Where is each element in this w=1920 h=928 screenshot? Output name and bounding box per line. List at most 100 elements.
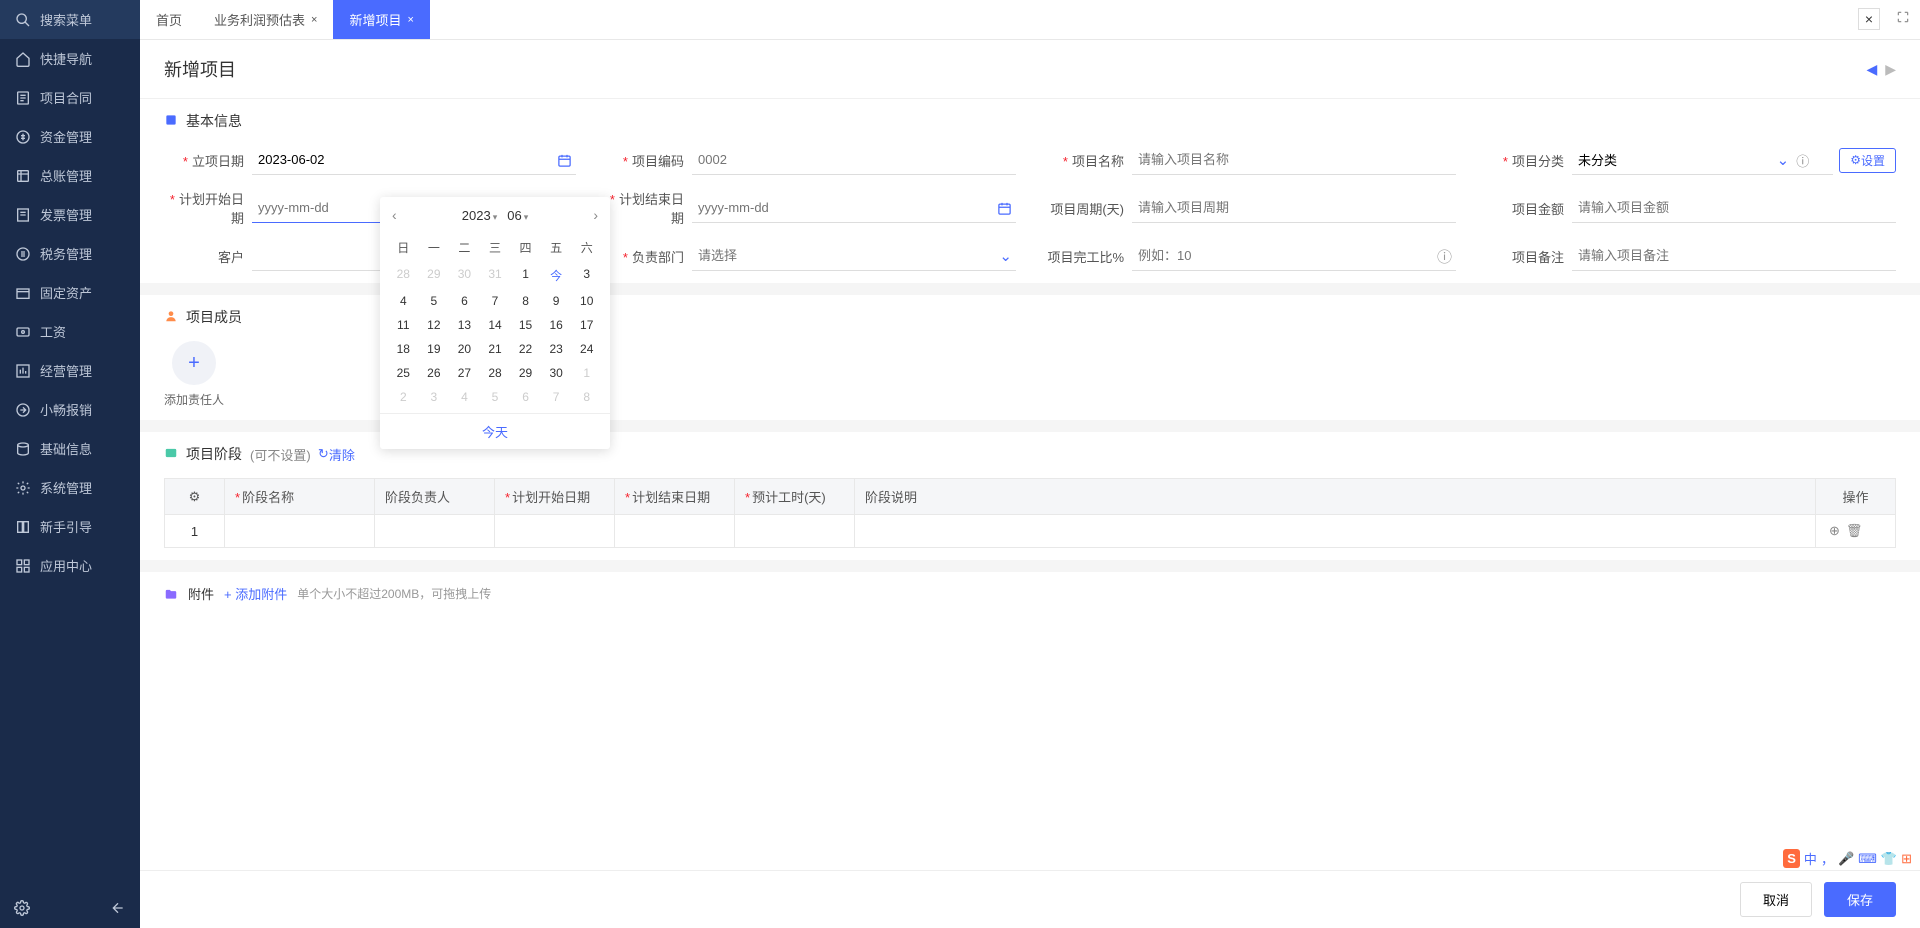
day-cell[interactable]: 8 (510, 289, 541, 313)
datepicker-year[interactable]: 2023 (462, 208, 497, 223)
calendar-icon[interactable] (557, 153, 572, 168)
day-cell[interactable]: 12 (419, 313, 450, 337)
save-button[interactable]: 保存 (1824, 882, 1896, 917)
day-cell[interactable]: 9 (541, 289, 572, 313)
day-cell[interactable]: 25 (388, 361, 419, 385)
chevron-down-icon[interactable]: ⌄ (999, 247, 1012, 265)
prev-icon[interactable]: ◀ (1866, 61, 1877, 78)
add-row-icon[interactable]: ⊕ (1829, 523, 1840, 538)
input-xmbm[interactable] (692, 145, 1016, 175)
datepicker-month[interactable]: 06 (507, 208, 528, 223)
sidebar-item-apps[interactable]: 应用中心 (0, 546, 140, 585)
day-cell[interactable]: 30 (541, 361, 572, 385)
day-cell[interactable]: 16 (541, 313, 572, 337)
day-cell[interactable]: 28 (480, 361, 511, 385)
day-cell[interactable]: 7 (541, 385, 572, 409)
day-cell[interactable]: 29 (510, 361, 541, 385)
day-cell[interactable]: 14 (480, 313, 511, 337)
day-cell[interactable]: 5 (419, 289, 450, 313)
day-cell[interactable]: 18 (388, 337, 419, 361)
day-cell[interactable]: 26 (419, 361, 450, 385)
tab-home[interactable]: 首页 (140, 0, 198, 39)
day-cell[interactable]: 27 (449, 361, 480, 385)
input-xmfl[interactable] (1572, 145, 1833, 175)
chevron-down-icon[interactable]: ⌄ (1777, 151, 1790, 169)
tab-newproject[interactable]: 新增项目× (333, 0, 429, 39)
day-cell[interactable]: 1 (571, 361, 602, 385)
day-cell[interactable]: 10 (571, 289, 602, 313)
close-icon[interactable]: × (311, 14, 317, 26)
day-cell[interactable]: 15 (510, 313, 541, 337)
day-cell[interactable]: 11 (388, 313, 419, 337)
input-fzbm[interactable] (692, 241, 1016, 271)
sidebar-item-quicknav[interactable]: 快捷导航 (0, 39, 140, 78)
day-cell[interactable]: 今 (541, 262, 572, 289)
day-cell[interactable]: 2 (388, 385, 419, 409)
clear-button[interactable]: 清除 (329, 445, 355, 464)
sidebar-item-salary[interactable]: 工资 (0, 312, 140, 351)
gear-icon[interactable]: ⚙ (189, 489, 201, 504)
sidebar-item-expense[interactable]: 小畅报销 (0, 390, 140, 429)
add-attachment-button[interactable]: + 添加附件 (224, 584, 287, 603)
input-wgbl[interactable] (1132, 241, 1456, 271)
day-cell[interactable]: 28 (388, 262, 419, 289)
day-cell[interactable]: 3 (571, 262, 602, 289)
day-cell[interactable]: 19 (419, 337, 450, 361)
day-cell[interactable]: 24 (571, 337, 602, 361)
ime-icon[interactable]: S (1783, 849, 1800, 868)
day-cell[interactable]: 6 (510, 385, 541, 409)
prev-month-icon[interactable]: ‹ (392, 207, 397, 223)
day-cell[interactable]: 29 (419, 262, 450, 289)
input-je[interactable] (1572, 193, 1896, 223)
close-icon[interactable]: × (407, 14, 413, 26)
sidebar-item-system[interactable]: 系统管理 (0, 468, 140, 507)
input-jhjs[interactable] (692, 193, 1016, 223)
close-all-tabs-button[interactable]: × (1858, 8, 1880, 30)
day-cell[interactable]: 4 (449, 385, 480, 409)
sidebar-item-funds[interactable]: 资金管理 (0, 117, 140, 156)
shirt-icon[interactable]: 👕 (1881, 851, 1897, 867)
ime-lang[interactable]: 中 (1804, 849, 1817, 868)
day-cell[interactable]: 31 (480, 262, 511, 289)
help-icon[interactable]: ⓘ (1437, 246, 1452, 267)
next-month-icon[interactable]: › (593, 207, 598, 223)
sidebar-item-ops[interactable]: 经营管理 (0, 351, 140, 390)
add-member-button[interactable]: + (172, 341, 216, 385)
input-zq[interactable] (1132, 193, 1456, 223)
keyboard-icon[interactable]: ⌨ (1858, 851, 1877, 867)
collapse-icon[interactable] (110, 900, 126, 916)
input-bz[interactable] (1572, 241, 1896, 271)
sidebar-item-ledger[interactable]: 总账管理 (0, 156, 140, 195)
sidebar-item-search[interactable]: 搜索菜单 (0, 0, 140, 39)
day-cell[interactable]: 3 (419, 385, 450, 409)
refresh-icon[interactable]: ↻ (318, 446, 329, 462)
delete-row-icon[interactable]: 🗑 (1846, 523, 1863, 538)
day-cell[interactable]: 22 (510, 337, 541, 361)
day-cell[interactable]: 1 (510, 262, 541, 289)
next-icon[interactable]: ▶ (1885, 61, 1896, 78)
settings-icon[interactable] (14, 900, 30, 916)
sidebar-item-assets[interactable]: 固定资产 (0, 273, 140, 312)
cancel-button[interactable]: 取消 (1740, 882, 1812, 917)
sidebar-item-invoice[interactable]: 发票管理 (0, 195, 140, 234)
day-cell[interactable]: 4 (388, 289, 419, 313)
day-cell[interactable]: 23 (541, 337, 572, 361)
grid-icon[interactable]: ⊞ (1901, 851, 1912, 867)
day-cell[interactable]: 13 (449, 313, 480, 337)
settings-button[interactable]: ⚙ 设置 (1839, 148, 1896, 173)
day-cell[interactable]: 6 (449, 289, 480, 313)
input-lxrq[interactable] (252, 145, 576, 175)
help-icon[interactable]: ⓘ (1796, 151, 1809, 170)
today-link[interactable]: 今天 (482, 425, 508, 440)
tab-profit[interactable]: 业务利润预估表× (198, 0, 333, 39)
mic-icon[interactable]: 🎤 (1838, 851, 1854, 867)
day-cell[interactable]: 30 (449, 262, 480, 289)
sidebar-item-basic[interactable]: 基础信息 (0, 429, 140, 468)
day-cell[interactable]: 7 (480, 289, 511, 313)
input-xmmc[interactable] (1132, 145, 1456, 175)
day-cell[interactable]: 21 (480, 337, 511, 361)
day-cell[interactable]: 20 (449, 337, 480, 361)
calendar-icon[interactable] (997, 201, 1012, 216)
sidebar-item-guide[interactable]: 新手引导 (0, 507, 140, 546)
sidebar-item-tax[interactable]: 税务管理 (0, 234, 140, 273)
